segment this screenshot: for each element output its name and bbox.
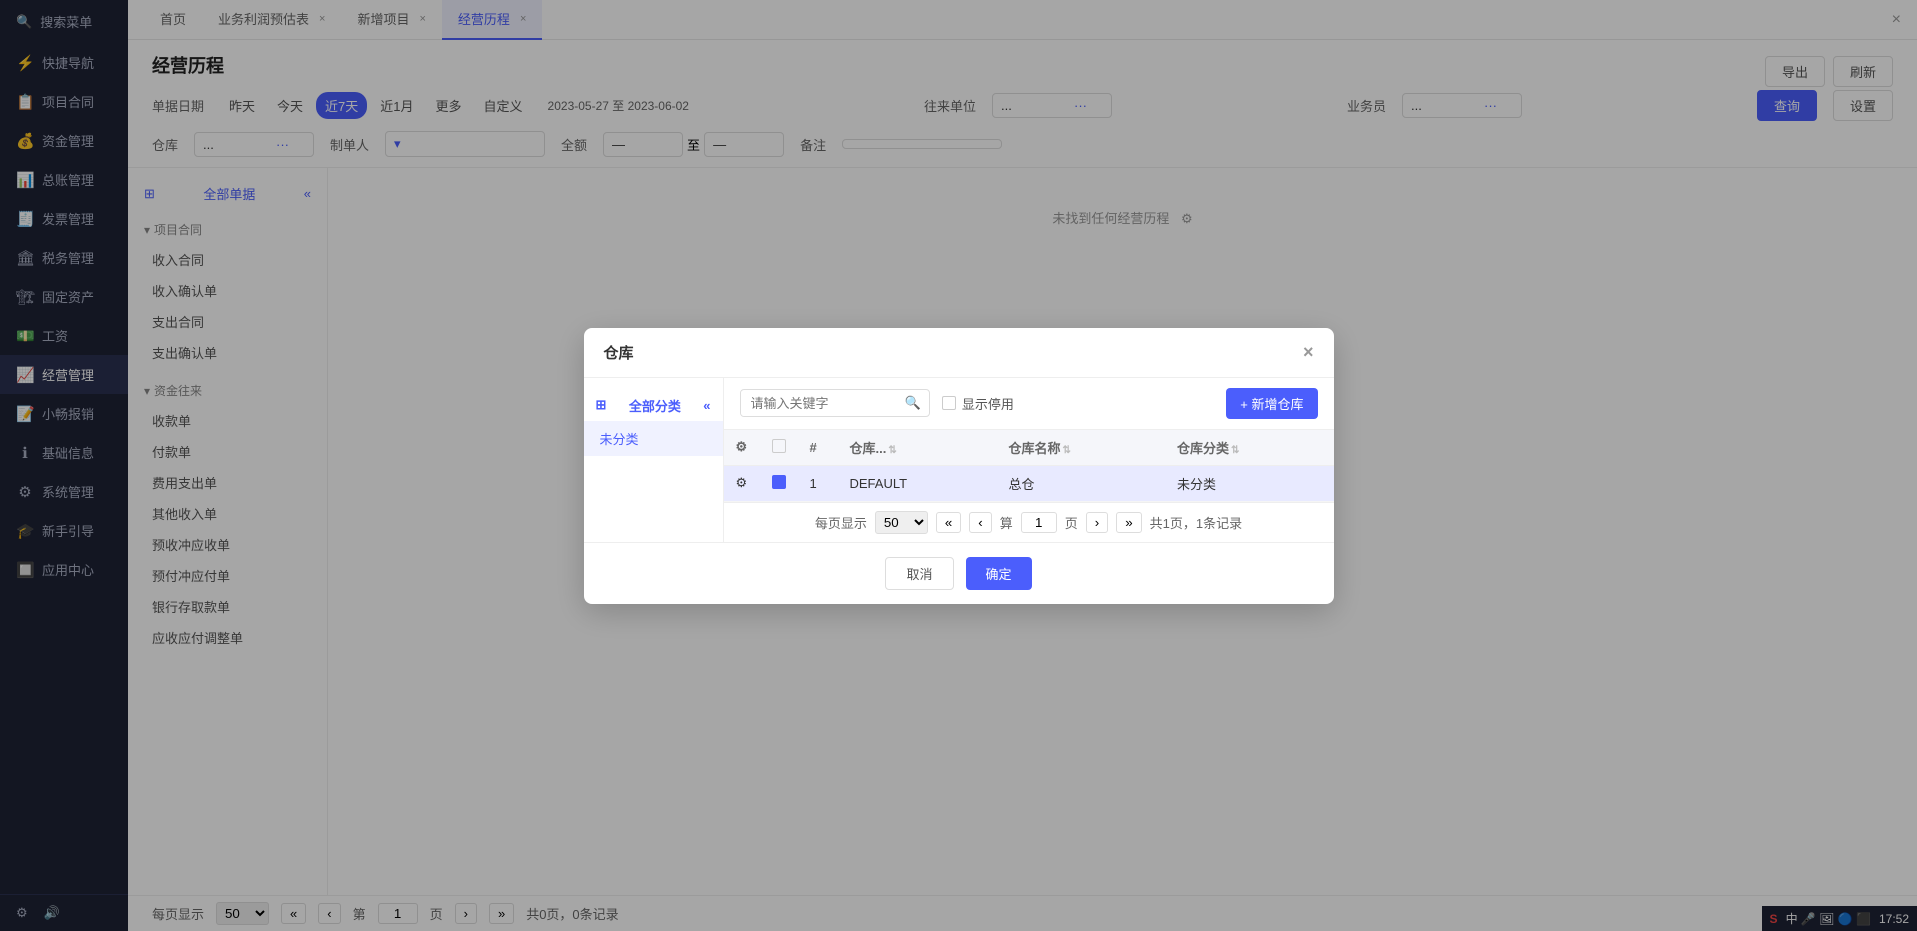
modal-col-name[interactable]: 仓库名称⇅ (997, 430, 1165, 466)
modal-collapse-icon[interactable]: « (703, 398, 710, 413)
col-code-label: 仓库...⇅ (850, 441, 897, 456)
cancel-button[interactable]: 取消 (885, 557, 953, 590)
modal-footer: 取消 确定 (584, 542, 1334, 604)
modal-prev-btn[interactable]: ‹ (969, 512, 991, 533)
modal-body: ⊞ 全部分类 « 未分类 🔍 显示停用 (584, 378, 1334, 542)
modal-table: ⚙ # 仓库...⇅ 仓库名称⇅ 仓库分类⇅ (724, 430, 1334, 502)
row-gear-icon: ⚙ (736, 475, 748, 490)
modal-first-btn[interactable]: « (936, 512, 961, 533)
modal-page-size-label: 每页显示 (815, 513, 867, 532)
modal-page-label: 算 (1000, 513, 1013, 532)
modal-title: 仓库 (604, 342, 634, 363)
modal-search-box[interactable]: 🔍 (740, 389, 930, 417)
row-name: 总仓 (997, 465, 1165, 501)
modal-right-panel: 🔍 显示停用 + 新增仓库 ⚙ (724, 378, 1334, 542)
modal-all-category-label: 全部分类 (629, 396, 681, 415)
gear-icon: ⚙ (736, 439, 748, 454)
modal-search-icon[interactable]: 🔍 (897, 390, 929, 416)
modal-page-input[interactable] (1021, 512, 1057, 533)
row-settings[interactable]: ⚙ (724, 465, 760, 501)
modal-col-check[interactable] (760, 430, 798, 466)
modal-search-input[interactable] (741, 391, 897, 416)
modal-table-row[interactable]: ⚙ 1 DEFAULT 总仓 未分类 (724, 465, 1334, 501)
modal-all-category-icon: ⊞ (596, 397, 607, 413)
row-category: 未分类 (1165, 465, 1334, 501)
show-disabled-label: 显示停用 (962, 394, 1014, 413)
col-name-label: 仓库名称⇅ (1009, 441, 1071, 456)
modal-col-num: # (798, 430, 838, 466)
confirm-button[interactable]: 确定 (966, 557, 1032, 590)
modal-last-btn[interactable]: » (1116, 512, 1141, 533)
modal-table-area: ⚙ # 仓库...⇅ 仓库名称⇅ 仓库分类⇅ (724, 430, 1334, 502)
modal-category-header[interactable]: ⊞ 全部分类 « (584, 390, 723, 421)
select-all-checkbox[interactable] (772, 439, 786, 453)
modal-header: 仓库 × (584, 328, 1334, 378)
modal-table-head: ⚙ # 仓库...⇅ 仓库名称⇅ 仓库分类⇅ (724, 430, 1334, 466)
modal-left-panel: ⊞ 全部分类 « 未分类 (584, 378, 724, 542)
row-num: 1 (798, 465, 838, 501)
modal-col-settings[interactable]: ⚙ (724, 430, 760, 466)
modal-category-item[interactable]: 未分类 (584, 421, 723, 456)
modal-next-btn[interactable]: › (1086, 512, 1108, 533)
modal-col-category[interactable]: 仓库分类⇅ (1165, 430, 1334, 466)
row-check[interactable] (760, 465, 798, 501)
modal-table-body: ⚙ 1 DEFAULT 总仓 未分类 (724, 465, 1334, 501)
row-code: DEFAULT (838, 465, 997, 501)
show-disabled-checkbox[interactable] (942, 396, 956, 410)
modal-total: 共1页，1条记录 (1150, 513, 1242, 532)
modal-pagination: 每页显示 50100 « ‹ 算 页 › » 共1页，1条记录 (724, 502, 1334, 542)
col-category-label: 仓库分类⇅ (1177, 441, 1239, 456)
modal-close-icon[interactable]: × (1303, 342, 1314, 363)
modal-toolbar: 🔍 显示停用 + 新增仓库 (724, 378, 1334, 430)
modal-page-size-select[interactable]: 50100 (875, 511, 928, 534)
modal-overlay[interactable]: 仓库 × ⊞ 全部分类 « 未分类 🔍 (0, 0, 1917, 931)
add-warehouse-button[interactable]: + 新增仓库 (1226, 388, 1317, 419)
modal-page-suffix: 页 (1065, 513, 1078, 532)
warehouse-modal: 仓库 × ⊞ 全部分类 « 未分类 🔍 (584, 328, 1334, 604)
row-checkbox[interactable] (772, 475, 786, 489)
modal-col-code[interactable]: 仓库...⇅ (838, 430, 997, 466)
modal-left-items: 未分类 (584, 421, 723, 456)
show-disabled-option[interactable]: 显示停用 (942, 394, 1014, 413)
